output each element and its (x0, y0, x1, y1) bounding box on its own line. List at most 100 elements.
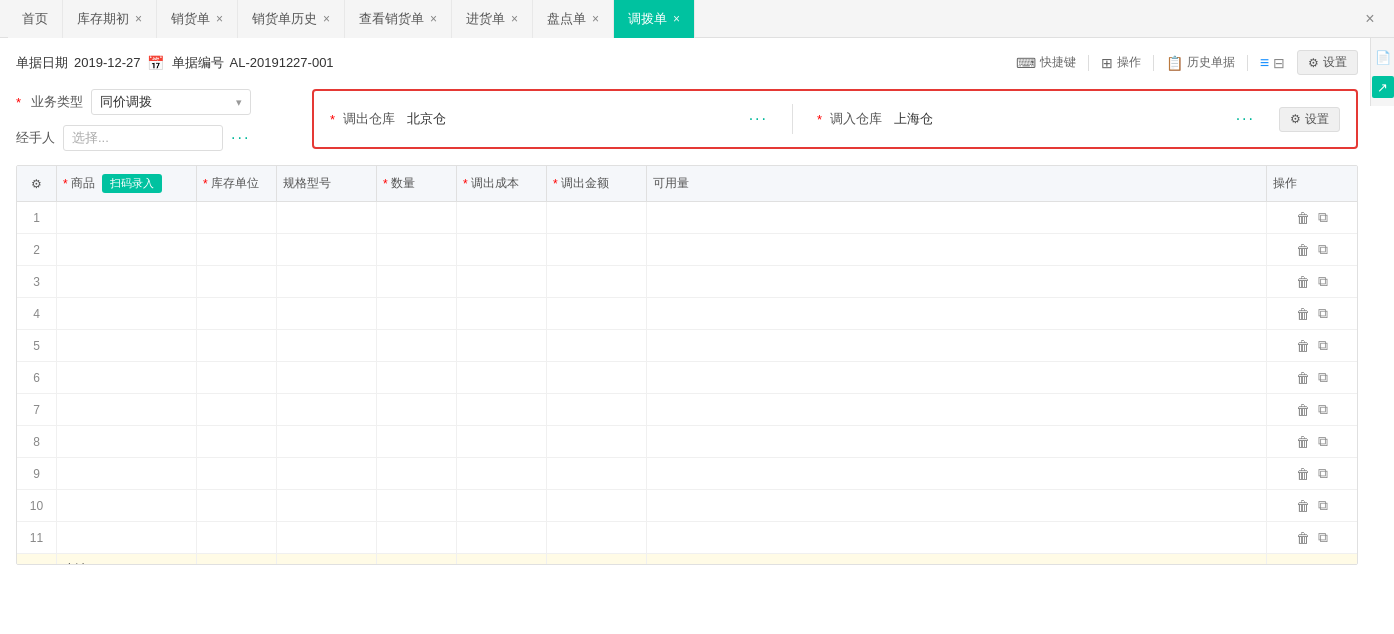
tab-sales-order[interactable]: 销货单 × (157, 0, 238, 38)
row-1-qty[interactable] (377, 202, 457, 233)
row-2-cost[interactable] (457, 234, 547, 265)
row-8-actions: 🗑 ⧉ (1267, 426, 1357, 457)
warehouse-in-more-icon[interactable]: ··· (1236, 110, 1255, 128)
handler-more-icon[interactable]: ··· (231, 129, 250, 147)
tab-inventory-init-close[interactable]: × (135, 12, 142, 26)
row-2-qty[interactable] (377, 234, 457, 265)
tab-sales-history-close[interactable]: × (323, 12, 330, 26)
row-6-product[interactable] (57, 362, 197, 393)
copy-icon[interactable]: ⧉ (1318, 305, 1328, 322)
row-9-product[interactable] (57, 458, 197, 489)
row-7-product[interactable] (57, 394, 197, 425)
copy-icon[interactable]: ⧉ (1318, 209, 1328, 226)
row-4-cost[interactable] (457, 298, 547, 329)
row-3-cost[interactable] (457, 266, 547, 297)
row-3-qty[interactable] (377, 266, 457, 297)
warehouse-settings-button[interactable]: ⚙ 设置 (1279, 107, 1340, 132)
delete-icon[interactable]: 🗑 (1296, 338, 1310, 354)
row-11-product[interactable] (57, 522, 197, 553)
copy-icon[interactable]: ⧉ (1318, 433, 1328, 450)
settings-button[interactable]: ⚙ 设置 (1297, 50, 1358, 75)
row-6-spec (277, 362, 377, 393)
calendar-icon[interactable]: 📅 (147, 55, 164, 71)
delete-icon[interactable]: 🗑 (1296, 530, 1310, 546)
delete-icon[interactable]: 🗑 (1296, 242, 1310, 258)
delete-icon[interactable]: 🗑 (1296, 498, 1310, 514)
table-row: 2 🗑 ⧉ (17, 234, 1357, 266)
side-list-icon[interactable]: 📄 (1372, 46, 1394, 68)
copy-icon[interactable]: ⧉ (1318, 337, 1328, 354)
row-3-product[interactable] (57, 266, 197, 297)
copy-icon[interactable]: ⧉ (1318, 273, 1328, 290)
row-1-cost[interactable] (457, 202, 547, 233)
tab-inventory-init[interactable]: 库存期初 × (63, 0, 157, 38)
row-11-actions: 🗑 ⧉ (1267, 522, 1357, 553)
delete-icon[interactable]: 🗑 (1296, 434, 1310, 450)
delete-icon[interactable]: 🗑 (1296, 274, 1310, 290)
row-10-qty[interactable] (377, 490, 457, 521)
row-7-qty[interactable] (377, 394, 457, 425)
tab-view-sales[interactable]: 查看销货单 × (345, 0, 452, 38)
history-button[interactable]: 📋 历史单据 (1166, 54, 1235, 71)
row-11-cost[interactable] (457, 522, 547, 553)
row-2-product[interactable] (57, 234, 197, 265)
copy-icon[interactable]: ⧉ (1318, 465, 1328, 482)
table-row: 9 🗑 ⧉ (17, 458, 1357, 490)
row-6-available (647, 362, 1267, 393)
tab-stocktake[interactable]: 盘点单 × (533, 0, 614, 38)
tab-sales-order-close[interactable]: × (216, 12, 223, 26)
handler-placeholder: 选择... (72, 129, 109, 147)
row-8-unit (197, 426, 277, 457)
delete-icon[interactable]: 🗑 (1296, 306, 1310, 322)
tab-transfer[interactable]: 调拨单 × (614, 0, 695, 38)
warehouse-out-more-icon[interactable]: ··· (749, 110, 768, 128)
copy-icon[interactable]: ⧉ (1318, 401, 1328, 418)
operations-button[interactable]: ⊞ 操作 (1101, 54, 1141, 71)
row-num-7: 7 (17, 394, 57, 425)
view-grid-icon[interactable]: ⊟ (1273, 55, 1285, 71)
window-close-button[interactable]: × (1354, 0, 1386, 38)
copy-icon[interactable]: ⧉ (1318, 529, 1328, 546)
row-6-qty[interactable] (377, 362, 457, 393)
tab-view-sales-close[interactable]: × (430, 12, 437, 26)
handler-select[interactable]: 选择... (63, 125, 223, 151)
copy-icon[interactable]: ⧉ (1318, 497, 1328, 514)
row-10-cost[interactable] (457, 490, 547, 521)
row-5-cost[interactable] (457, 330, 547, 361)
row-4-product[interactable] (57, 298, 197, 329)
tab-purchase[interactable]: 进货单 × (452, 0, 533, 38)
row-9-cost[interactable] (457, 458, 547, 489)
delete-icon[interactable]: 🗑 (1296, 402, 1310, 418)
row-2-amount (547, 234, 647, 265)
form-section: * 业务类型 同价调拨 ▾ 经手人 选择... ··· * 调出仓库 北京仓 (16, 89, 1358, 151)
tab-transfer-close[interactable]: × (673, 12, 680, 26)
delete-icon[interactable]: 🗑 (1296, 370, 1310, 386)
row-11-unit (197, 522, 277, 553)
view-list-icon[interactable]: ≡ (1260, 54, 1269, 72)
col-settings[interactable]: ⚙ (17, 166, 57, 201)
row-7-cost[interactable] (457, 394, 547, 425)
copy-icon[interactable]: ⧉ (1318, 241, 1328, 258)
row-5-qty[interactable] (377, 330, 457, 361)
row-4-qty[interactable] (377, 298, 457, 329)
copy-icon[interactable]: ⧉ (1318, 369, 1328, 386)
row-5-product[interactable] (57, 330, 197, 361)
row-9-qty[interactable] (377, 458, 457, 489)
business-type-select[interactable]: 同价调拨 ▾ (91, 89, 251, 115)
tab-home[interactable]: 首页 (8, 0, 63, 38)
tab-sales-history[interactable]: 销货单历史 × (238, 0, 345, 38)
row-1-product[interactable] (57, 202, 197, 233)
row-8-cost[interactable] (457, 426, 547, 457)
tab-purchase-close[interactable]: × (511, 12, 518, 26)
side-export-icon[interactable]: ↗ (1372, 76, 1394, 98)
scan-input-button[interactable]: 扫码录入 (102, 174, 162, 193)
row-6-cost[interactable] (457, 362, 547, 393)
row-10-product[interactable] (57, 490, 197, 521)
delete-icon[interactable]: 🗑 (1296, 210, 1310, 226)
row-11-qty[interactable] (377, 522, 457, 553)
row-8-qty[interactable] (377, 426, 457, 457)
row-8-product[interactable] (57, 426, 197, 457)
shortcuts-button[interactable]: ⌨ 快捷键 (1016, 54, 1076, 71)
tab-stocktake-close[interactable]: × (592, 12, 599, 26)
delete-icon[interactable]: 🗑 (1296, 466, 1310, 482)
